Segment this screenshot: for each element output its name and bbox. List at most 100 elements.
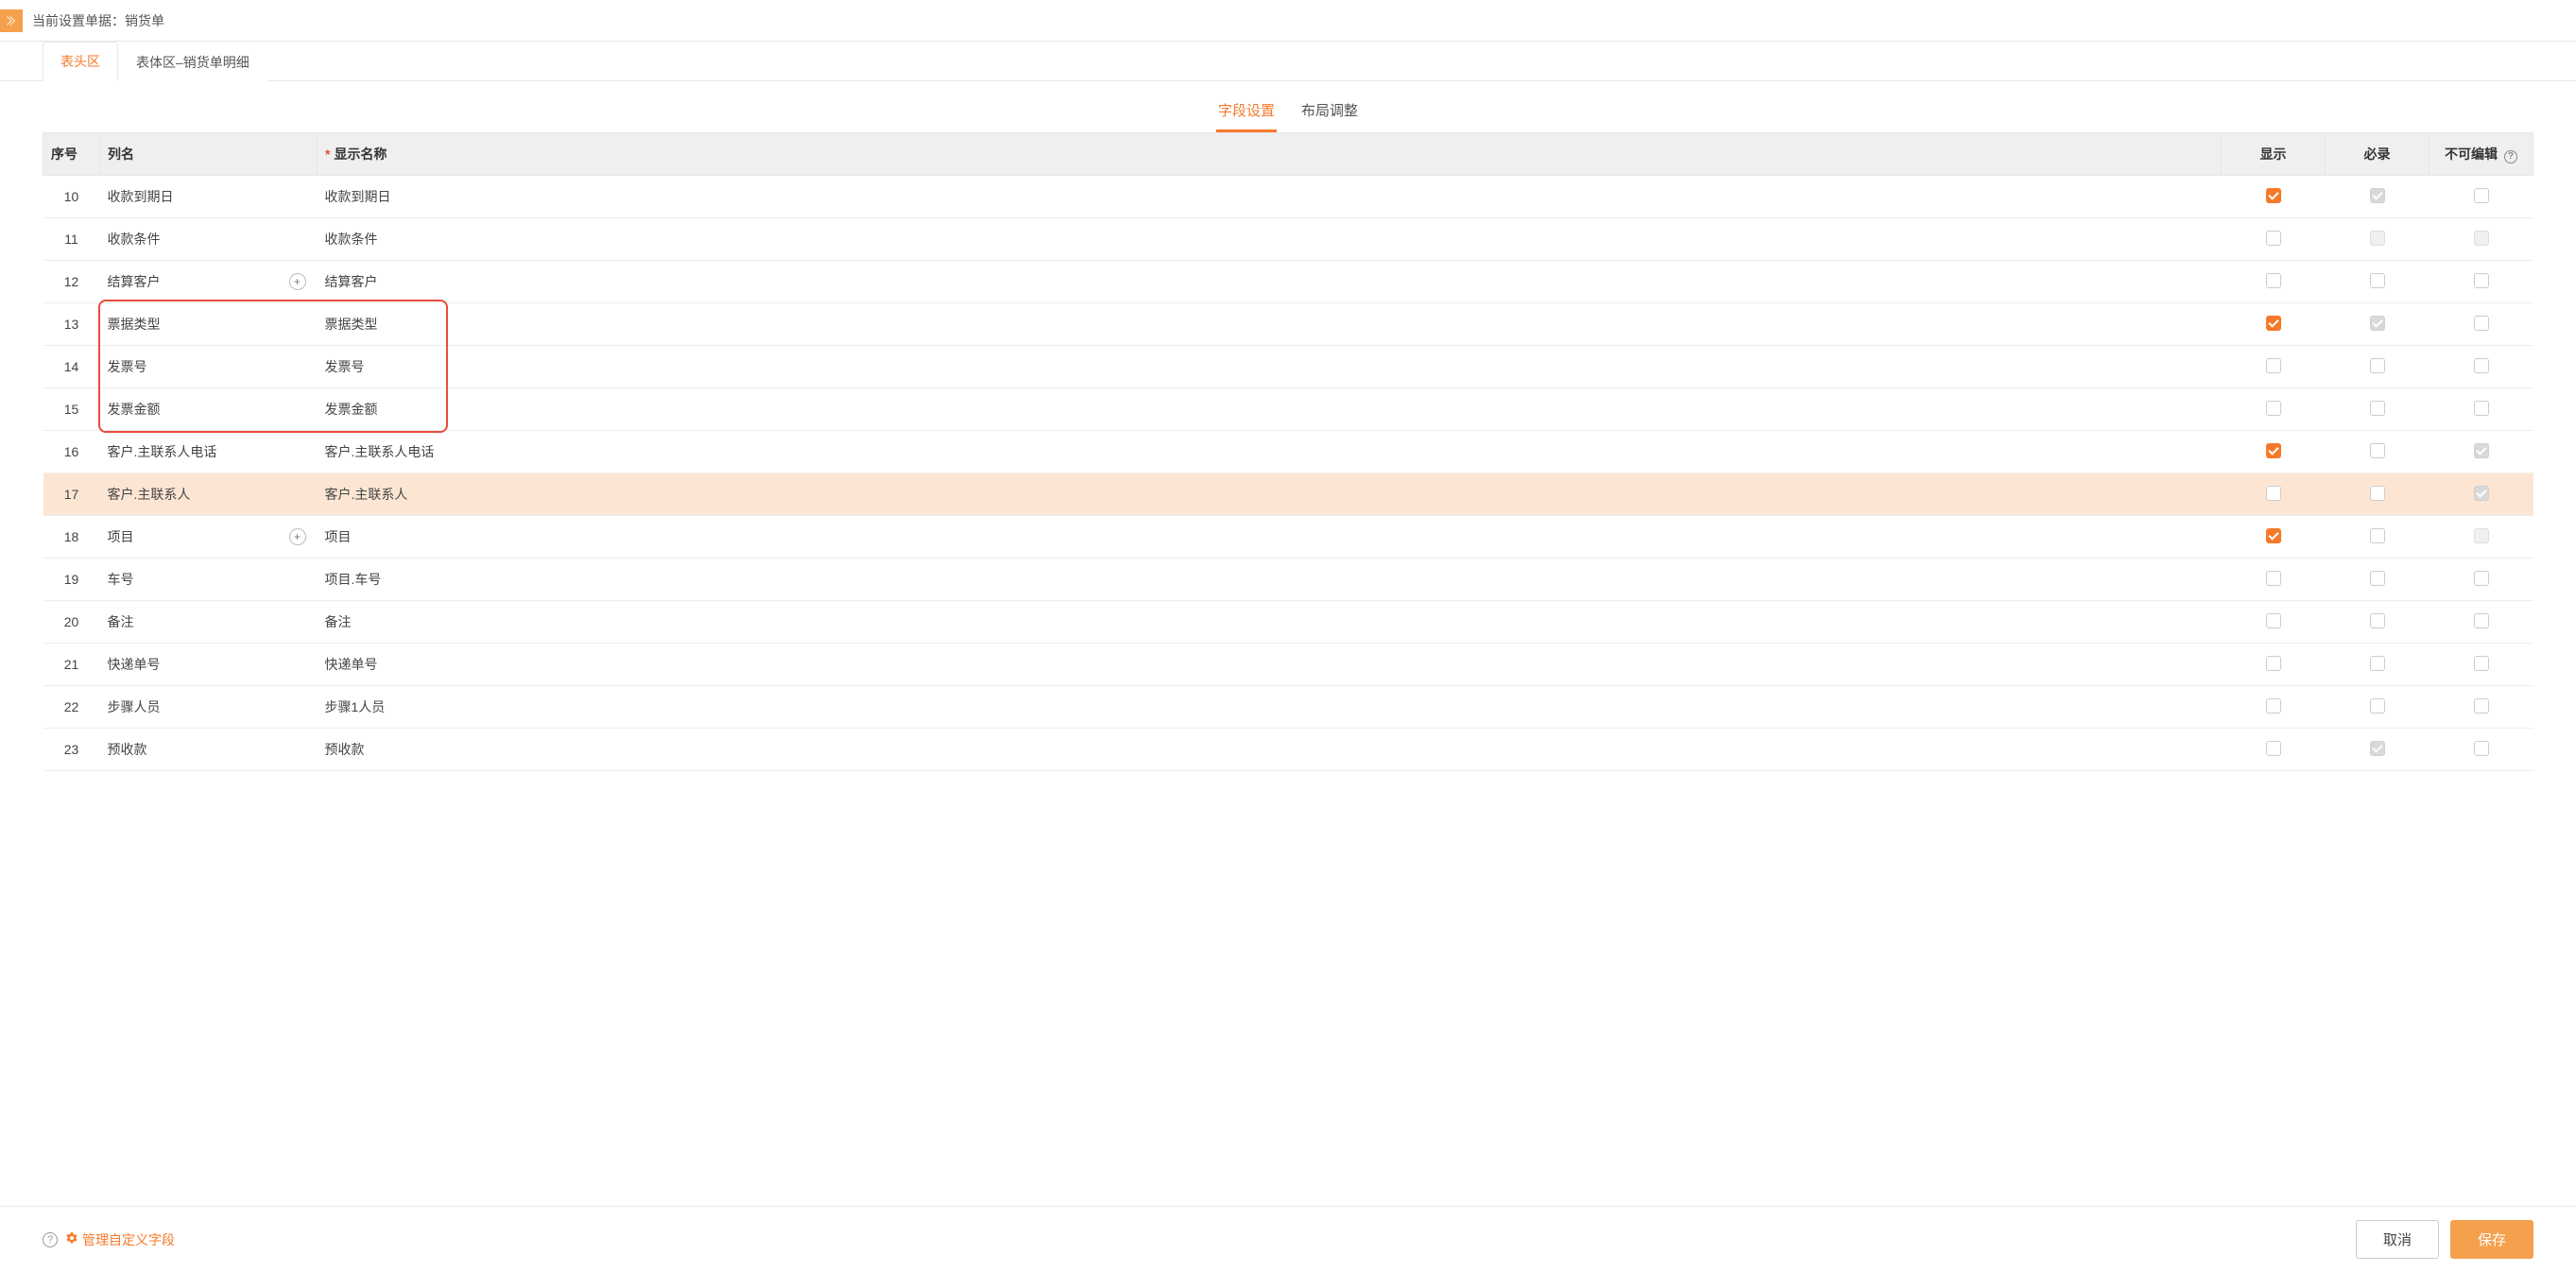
cell-readonly [2430,729,2533,771]
cell-readonly [2430,346,2533,388]
cell-display[interactable]: 备注 [318,601,2222,644]
checkbox-required[interactable] [2370,698,2385,713]
checkbox-readonly[interactable] [2474,401,2489,416]
header-bar: 当前设置单据：销货单 [0,0,2576,42]
checkbox-readonly[interactable] [2474,273,2489,288]
checkbox-show[interactable] [2266,571,2281,586]
cell-display[interactable]: 项目 [318,516,2222,559]
cell-display[interactable]: 客户.主联系人电话 [318,431,2222,473]
cell-name: 发票金额 [100,388,318,431]
checkbox-show[interactable] [2266,698,2281,713]
cell-display[interactable]: 发票金额 [318,388,2222,431]
checkbox-readonly[interactable] [2474,698,2489,713]
checkbox-readonly [2474,528,2489,543]
checkbox-required[interactable] [2370,358,2385,373]
cell-display[interactable]: 发票号 [318,346,2222,388]
cell-required [2326,473,2430,516]
help-icon[interactable]: ? [2504,150,2517,163]
add-icon[interactable]: + [289,528,306,545]
cell-display[interactable]: 客户.主联系人 [318,473,2222,516]
help-circle-icon[interactable]: ? [43,1232,58,1247]
checkbox-required[interactable] [2370,273,2385,288]
checkbox-show[interactable] [2266,741,2281,756]
col-display-header: *显示名称 [318,133,2222,176]
checkbox-required[interactable] [2370,528,2385,543]
checkbox-show[interactable] [2266,188,2281,203]
save-button[interactable]: 保存 [2450,1220,2533,1259]
footer-right: 取消 保存 [2356,1220,2533,1259]
subtab-1[interactable]: 布局调整 [1299,95,1360,132]
checkbox-show[interactable] [2266,613,2281,628]
cell-display[interactable]: 步骤1人员 [318,686,2222,729]
table-row: 19车号项目.车号 [43,559,2533,601]
table-row: 11收款条件收款条件 [43,218,2533,261]
checkbox-required[interactable] [2370,613,2385,628]
checkbox-readonly[interactable] [2474,613,2489,628]
cell-seq: 13 [43,303,100,346]
cell-name: 客户.主联系人 [100,473,318,516]
checkbox-show[interactable] [2266,528,2281,543]
cell-name-text: 客户.主联系人电话 [108,444,217,459]
cell-display[interactable]: 结算客户 [318,261,2222,303]
checkbox-readonly[interactable] [2474,188,2489,203]
title-prefix: 当前设置单据： [32,13,125,28]
cell-seq: 17 [43,473,100,516]
manage-custom-fields-link[interactable]: 管理自定义字段 [65,1230,175,1249]
cell-name: 收款到期日 [100,176,318,218]
checkbox-readonly[interactable] [2474,316,2489,331]
cell-display[interactable]: 预收款 [318,729,2222,771]
cancel-button[interactable]: 取消 [2356,1220,2439,1259]
cell-name-text: 车号 [108,572,134,587]
cell-name: 客户.主联系人电话 [100,431,318,473]
add-icon[interactable]: + [289,273,306,290]
col-show-header: 显示 [2222,133,2326,176]
cell-seq: 12 [43,261,100,303]
table-row: 15发票金额发票金额 [43,388,2533,431]
cell-name-text: 预收款 [108,742,147,757]
table-row: 23预收款预收款 [43,729,2533,771]
cell-readonly [2430,388,2533,431]
cell-display[interactable]: 票据类型 [318,303,2222,346]
cell-show [2222,346,2326,388]
cell-name: 发票号 [100,346,318,388]
checkbox-show[interactable] [2266,273,2281,288]
checkbox-show[interactable] [2266,358,2281,373]
checkbox-show[interactable] [2266,401,2281,416]
checkbox-required[interactable] [2370,656,2385,671]
cell-readonly [2430,303,2533,346]
checkbox-show[interactable] [2266,443,2281,458]
subtab-0[interactable]: 字段设置 [1216,95,1277,132]
cell-display[interactable]: 收款条件 [318,218,2222,261]
checkbox-readonly[interactable] [2474,358,2489,373]
checkbox-show[interactable] [2266,486,2281,501]
cell-name: 预收款 [100,729,318,771]
checkbox-readonly [2474,486,2489,501]
table-row: 22步骤人员步骤1人员 [43,686,2533,729]
cell-display[interactable]: 快递单号 [318,644,2222,686]
cell-required [2326,559,2430,601]
cell-required [2326,176,2430,218]
checkbox-show[interactable] [2266,231,2281,246]
cell-name: 票据类型 [100,303,318,346]
checkbox-required[interactable] [2370,401,2385,416]
cell-readonly [2430,473,2533,516]
cell-display[interactable]: 收款到期日 [318,176,2222,218]
checkbox-readonly[interactable] [2474,656,2489,671]
cell-display[interactable]: 项目.车号 [318,559,2222,601]
checkbox-readonly[interactable] [2474,741,2489,756]
tab-0[interactable]: 表头区 [43,42,118,81]
checkbox-readonly[interactable] [2474,571,2489,586]
cell-seq: 11 [43,218,100,261]
cell-name-text: 客户.主联系人 [108,487,191,502]
required-star-icon: * [325,146,330,162]
checkbox-required[interactable] [2370,571,2385,586]
cell-name: 备注 [100,601,318,644]
checkbox-show[interactable] [2266,316,2281,331]
expand-panel-button[interactable] [0,9,23,32]
cell-seq: 20 [43,601,100,644]
tab-1[interactable]: 表体区–销货单明细 [118,43,267,81]
checkbox-show[interactable] [2266,656,2281,671]
checkbox-required[interactable] [2370,486,2385,501]
checkbox-required[interactable] [2370,443,2385,458]
checkbox-required [2370,741,2385,756]
